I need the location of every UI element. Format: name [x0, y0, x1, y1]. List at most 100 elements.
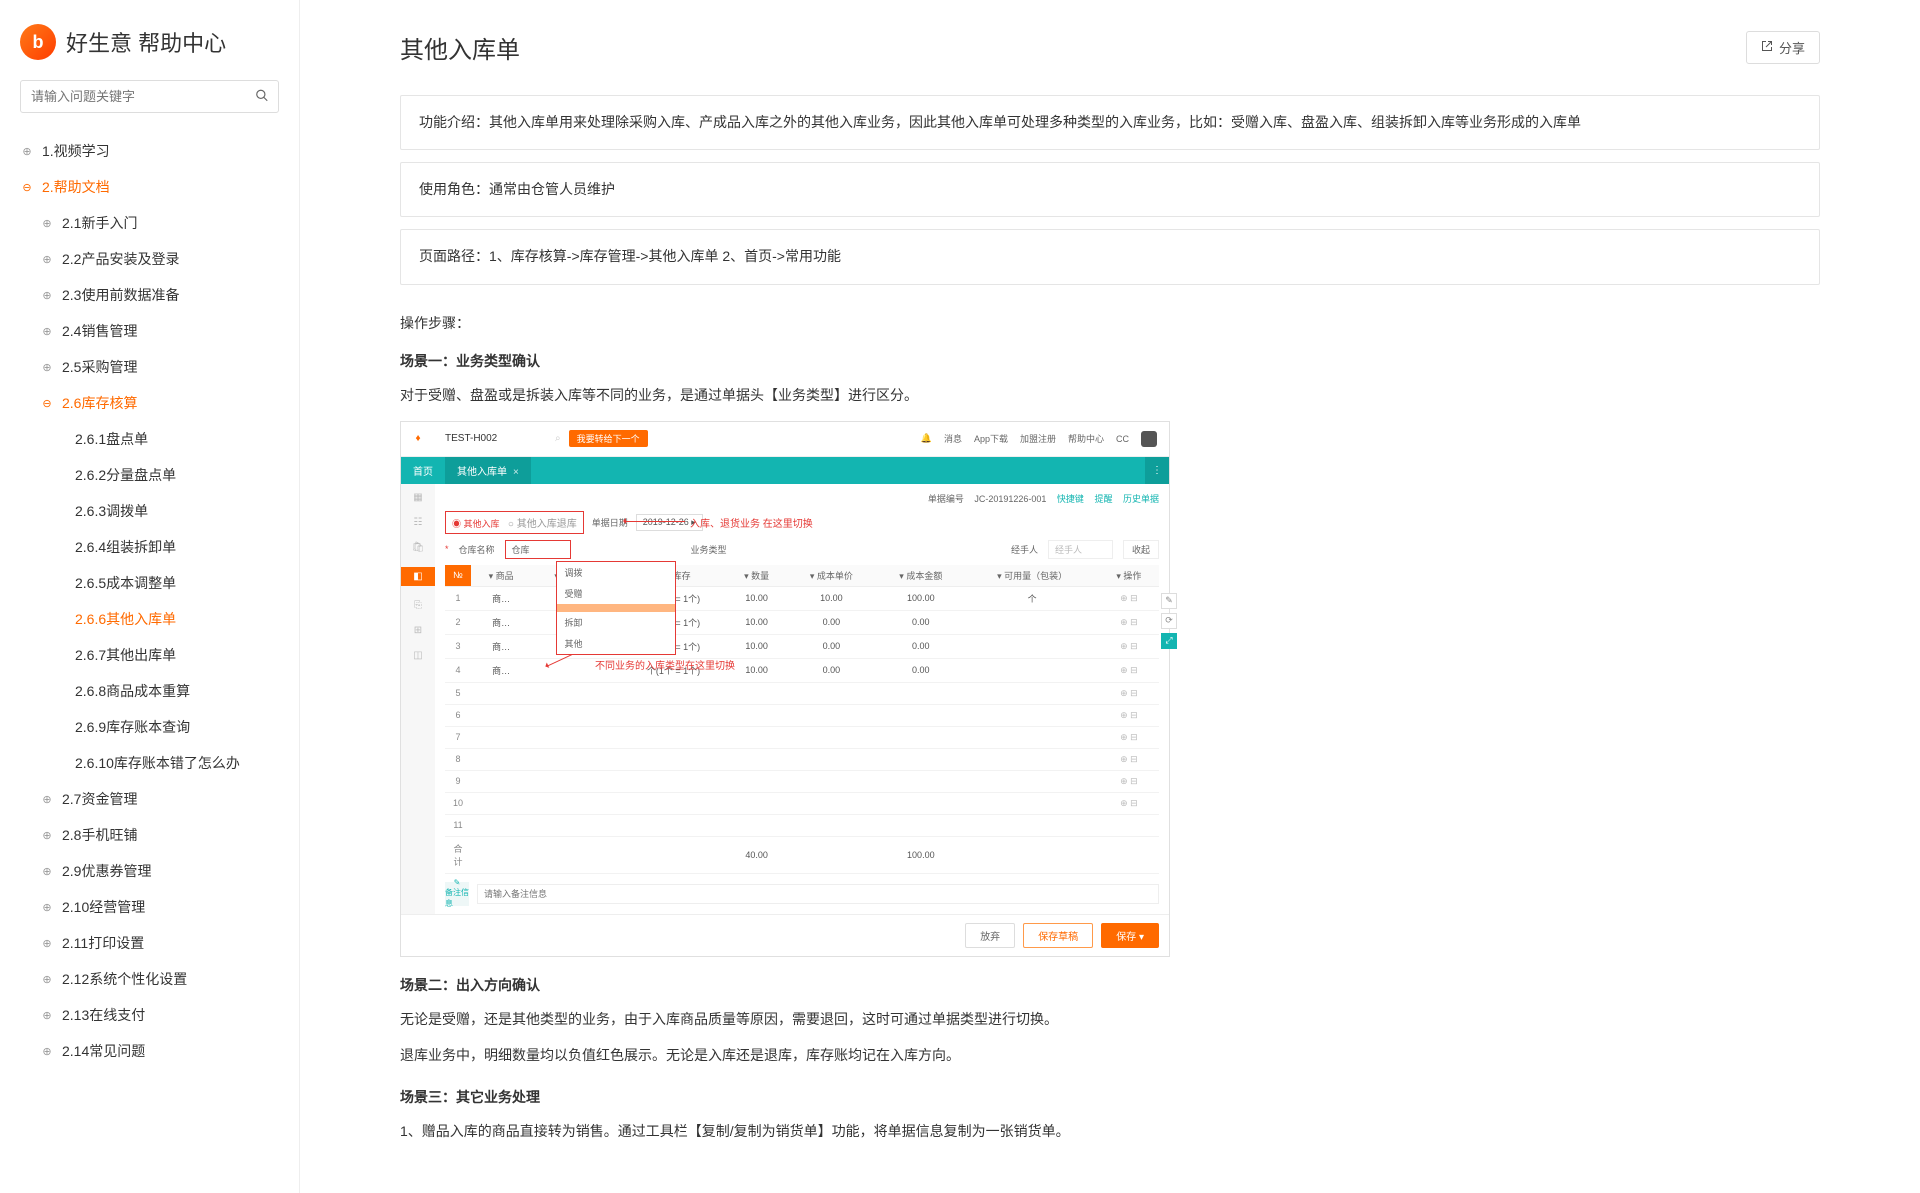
dropdown-option[interactable]: 其他: [557, 633, 675, 654]
ss-nav-icon[interactable]: ☷: [414, 517, 423, 528]
ss-top-pill[interactable]: 我要转给下一个: [569, 430, 648, 447]
table-header[interactable]: ▾ 成本金额: [876, 565, 965, 587]
ss-discard-button[interactable]: 放弃: [965, 923, 1015, 948]
nav-item[interactable]: 2.6.4组装拆卸单: [20, 529, 279, 565]
nav-item[interactable]: ⊕1.视频学习: [20, 133, 279, 169]
ss-nav-icon[interactable]: ◫: [413, 650, 422, 661]
ss-doc-no-label: 单据编号: [928, 494, 964, 504]
ss-nav-icon[interactable]: 🛍: [412, 542, 425, 553]
ss-top-link[interactable]: App下载: [974, 432, 1008, 445]
table-header[interactable]: ▾ 数量: [727, 565, 787, 587]
table-header[interactable]: ▾ 操作: [1099, 565, 1159, 587]
table-row[interactable]: 8⊕ ⊟: [445, 748, 1159, 770]
table-row[interactable]: 1商…个(1个 = 1个)10.0010.00100.00个⊕ ⊟: [445, 586, 1159, 610]
table-row[interactable]: 10⊕ ⊟: [445, 792, 1159, 814]
table-row[interactable]: 6⊕ ⊟: [445, 704, 1159, 726]
table-row[interactable]: 2商…个(1个 = 1个)10.000.000.00⊕ ⊟: [445, 610, 1159, 634]
ss-remark-icon: ✎备注信息: [445, 882, 469, 906]
nav-item[interactable]: ⊕2.13在线支付: [20, 997, 279, 1033]
ss-draft-button[interactable]: 保存草稿: [1023, 923, 1093, 948]
nav-item[interactable]: ⊕2.1新手入门: [20, 205, 279, 241]
nav-item[interactable]: ⊕2.3使用前数据准备: [20, 277, 279, 313]
nav-item-label: 2.2产品安装及登录: [62, 249, 179, 269]
expand-icon: ⊕: [40, 360, 54, 374]
close-icon[interactable]: ×: [513, 467, 519, 478]
nav-item[interactable]: 2.6.7其他出库单: [20, 637, 279, 673]
table-row[interactable]: 3商…个(1个 = 1个)10.000.000.00⊕ ⊟: [445, 634, 1159, 658]
ss-expand-toggle[interactable]: 收起: [1123, 540, 1159, 559]
nav-item[interactable]: 2.6.6其他入库单: [20, 601, 279, 637]
ss-partner-input[interactable]: 经手人: [1048, 540, 1113, 559]
avatar[interactable]: [1141, 431, 1157, 447]
nav-item-label: 2.12系统个性化设置: [62, 969, 187, 989]
nav-item[interactable]: 2.6.8商品成本重算: [20, 673, 279, 709]
dropdown-option[interactable]: 调拨: [557, 562, 675, 583]
nav-item-label: 2.6.10库存账本错了怎么办: [75, 753, 240, 773]
dropdown-option[interactable]: [557, 604, 675, 612]
dropdown-option[interactable]: 拆卸: [557, 612, 675, 633]
ss-top-link[interactable]: CC: [1116, 434, 1129, 444]
table-row[interactable]: 5⊕ ⊟: [445, 682, 1159, 704]
scene2-title: 场景二：出入方向确认: [400, 975, 1820, 995]
ss-type-switch[interactable]: ◉ 其他入库 ○ 其他入库退库: [445, 511, 584, 534]
ss-tab-home[interactable]: 首页: [401, 457, 445, 484]
table-header: №: [445, 565, 471, 587]
table-row[interactable]: 7⊕ ⊟: [445, 726, 1159, 748]
ss-link-history[interactable]: 历史单据: [1123, 494, 1159, 504]
nav-item[interactable]: 2.6.5成本调整单: [20, 565, 279, 601]
search-input[interactable]: [20, 80, 279, 113]
ss-top-link[interactable]: 帮助中心: [1068, 432, 1104, 445]
ss-tab-active[interactable]: 其他入库单×: [445, 457, 531, 484]
nav-item[interactable]: 2.6.10库存账本错了怎么办: [20, 745, 279, 781]
ss-nav-icon-active[interactable]: ◧: [401, 567, 435, 586]
arrow-icon: [625, 521, 685, 522]
search-box: [20, 80, 279, 113]
nav-item[interactable]: ⊕2.9优惠券管理: [20, 853, 279, 889]
ss-warehouse-select[interactable]: 仓库 调拨受赠拆卸其他: [505, 540, 571, 559]
ss-link-remind[interactable]: 提醒: [1094, 494, 1112, 504]
share-button[interactable]: 分享: [1746, 31, 1820, 64]
table-row[interactable]: 11: [445, 814, 1159, 836]
ss-nav-icon[interactable]: ⊞: [414, 625, 422, 636]
ss-type-dropdown[interactable]: 调拨受赠拆卸其他: [556, 561, 676, 655]
ss-tabs-menu-icon[interactable]: ⋮: [1145, 457, 1169, 484]
ss-top-link[interactable]: 加盟注册: [1020, 432, 1056, 445]
table-header[interactable]: ▾ 商品: [471, 565, 531, 587]
nav-item[interactable]: ⊕2.7资金管理: [20, 781, 279, 817]
ss-tool-icon[interactable]: ✎: [1161, 593, 1177, 609]
nav-item[interactable]: 2.6.9库存账本查询: [20, 709, 279, 745]
ss-tool-icon[interactable]: ⟳: [1161, 613, 1177, 629]
collapse-icon: ⊖: [20, 180, 34, 194]
table-header[interactable]: ▾ 成本单价: [787, 565, 876, 587]
nav-item[interactable]: ⊕2.12系统个性化设置: [20, 961, 279, 997]
ss-save-button[interactable]: 保存 ▾: [1101, 923, 1159, 948]
nav-item[interactable]: ⊕2.4销售管理: [20, 313, 279, 349]
nav-item[interactable]: ⊕2.10经营管理: [20, 889, 279, 925]
table-row[interactable]: 4商…个(1个 = 1个)10.000.000.00⊕ ⊟: [445, 658, 1159, 682]
ss-tool-icon[interactable]: ⤢: [1161, 633, 1177, 649]
nav-item[interactable]: ⊖2.6库存核算: [20, 385, 279, 421]
expand-icon: ⊕: [40, 900, 54, 914]
ss-partner-label: 经手人: [1011, 543, 1038, 556]
nav-item[interactable]: ⊕2.5采购管理: [20, 349, 279, 385]
nav-item-label: 2.14常见问题: [62, 1041, 145, 1061]
nav-item[interactable]: ⊕ 2.14常见问题: [20, 1033, 279, 1069]
nav-item[interactable]: ⊕2.8手机旺铺: [20, 817, 279, 853]
table-row[interactable]: 9⊕ ⊟: [445, 770, 1159, 792]
nav-item[interactable]: ⊕2.11打印设置: [20, 925, 279, 961]
ss-link-hotkey[interactable]: 快捷键: [1057, 494, 1084, 504]
nav-item[interactable]: ⊕2.2产品安装及登录: [20, 241, 279, 277]
dropdown-option[interactable]: 受赠: [557, 583, 675, 604]
ss-remark-input[interactable]: [477, 884, 1159, 904]
bell-icon[interactable]: 🔔: [921, 433, 932, 444]
nav-item[interactable]: 2.6.3调拨单: [20, 493, 279, 529]
expand-icon: ⊕: [40, 1044, 54, 1058]
ss-nav-icon[interactable]: ⎘: [414, 600, 422, 611]
ss-top-link[interactable]: 消息: [944, 432, 962, 445]
nav-item[interactable]: ⊖2.帮助文档: [20, 169, 279, 205]
nav-item[interactable]: 2.6.1盘点单: [20, 421, 279, 457]
table-header[interactable]: ▾ 可用量（包装）: [966, 565, 1099, 587]
nav-item[interactable]: 2.6.2分量盘点单: [20, 457, 279, 493]
ss-nav-icon[interactable]: ▦: [413, 492, 422, 503]
scene1-title: 场景一：业务类型确认: [400, 351, 1820, 371]
